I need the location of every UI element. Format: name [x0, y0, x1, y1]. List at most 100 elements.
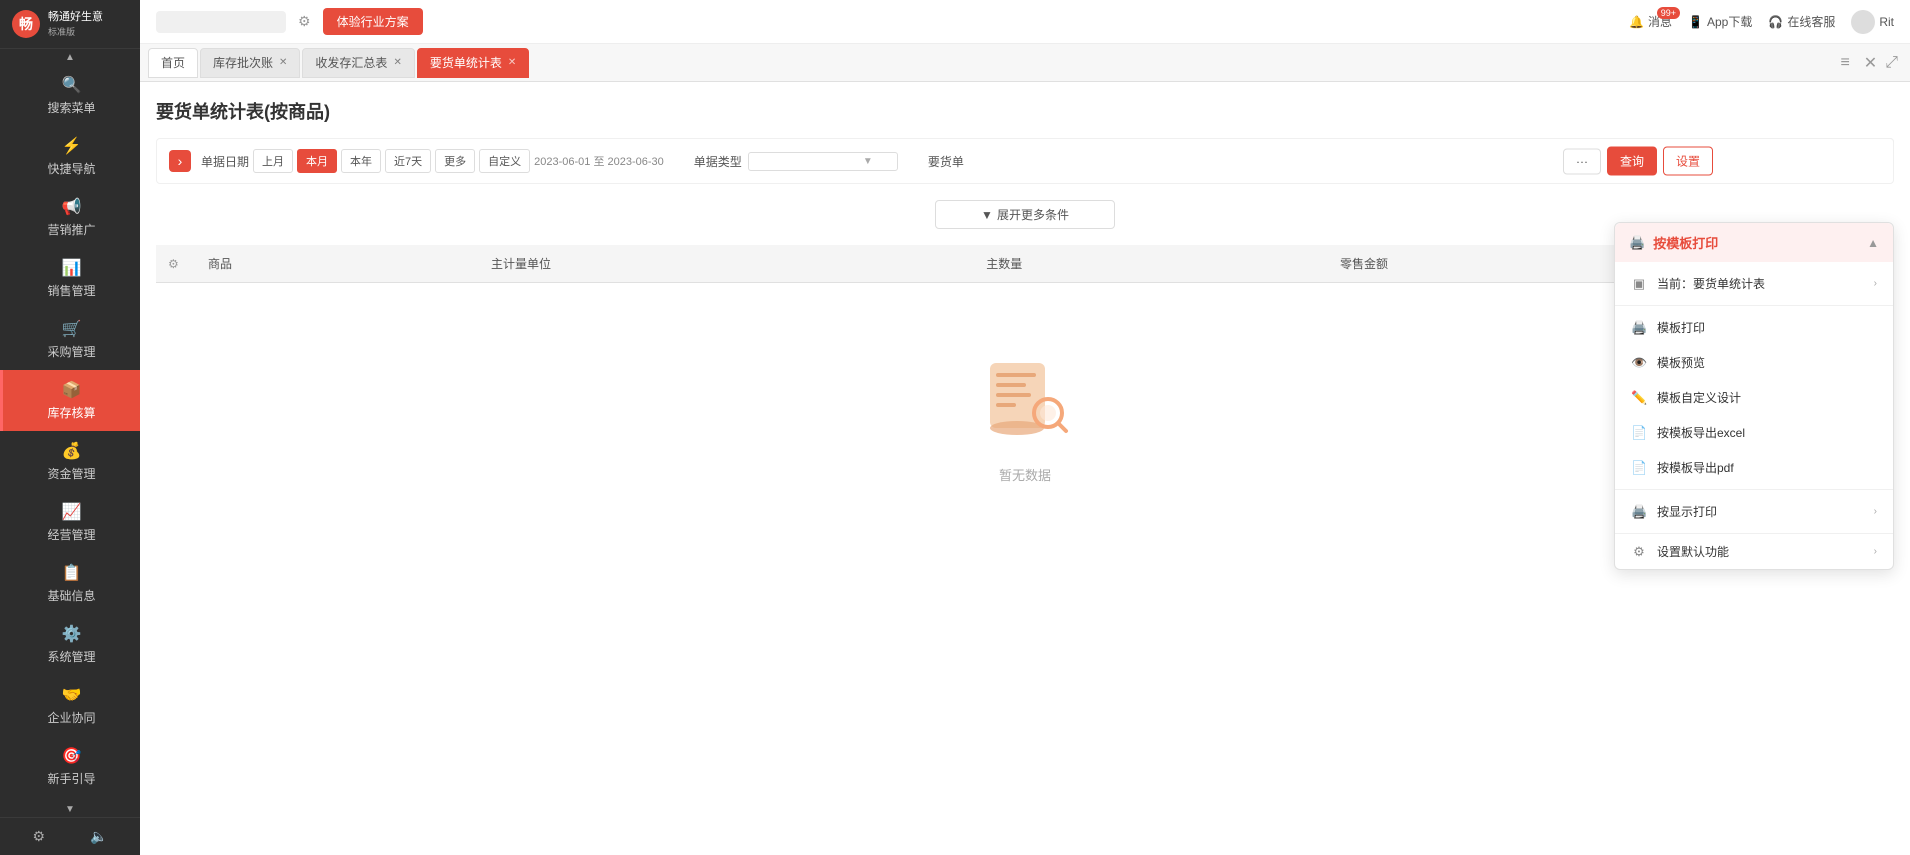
template-design-label: 模板自定义设计 [1657, 389, 1741, 406]
messages-button[interactable]: 🔔 消息 99+ [1629, 13, 1672, 30]
sidebar-item-inventory[interactable]: 📦 库存核算 [0, 370, 140, 431]
query-button[interactable]: 查询 [1607, 147, 1657, 176]
template-excel-left: 📄 按模板导出excel [1631, 424, 1745, 441]
search-input[interactable] [156, 11, 286, 33]
sidebar-item-cooperation[interactable]: 🤝 企业协同 [0, 675, 140, 736]
print-dropdown-panel: 🖨️ 按模板打印 ▲ ▣ 当前：要货单统计表 › 🖨️ [1614, 222, 1894, 570]
dropdown-collapse-icon[interactable]: ▲ [1867, 236, 1879, 250]
scroll-up-arrow[interactable]: ▲ [0, 49, 140, 65]
online-service-label: 在线客服 [1787, 13, 1835, 30]
table-header-product: 商品 [196, 245, 479, 283]
date-range-display: 2023-06-01 至 2023-06-30 [534, 153, 664, 169]
dropdown-set-default[interactable]: ⚙ 设置默认功能 › [1615, 534, 1893, 569]
display-print-left: 🖨️ 按显示打印 [1631, 503, 1717, 520]
template-preview-label: 模板预览 [1657, 354, 1705, 371]
close-window-icon[interactable]: ✕ [1864, 53, 1877, 73]
order-stats-tab-label: 要货单统计表 [430, 54, 502, 71]
user-avatar-area[interactable]: Rit [1851, 10, 1894, 34]
scroll-down-arrow[interactable]: ▼ [0, 801, 140, 817]
this-month-btn[interactable]: 本月 [297, 149, 337, 173]
filter-expand-icon-button[interactable]: › [169, 150, 191, 172]
last-month-btn[interactable]: 上月 [253, 149, 293, 173]
dropdown-header[interactable]: 🖨️ 按模板打印 ▲ [1615, 223, 1893, 262]
cooperation-icon: 🤝 [62, 685, 82, 705]
sidebar-label-finance: 资金管理 [47, 465, 95, 482]
sidebar-item-search[interactable]: 🔍 搜索菜单 [0, 65, 140, 126]
set-default-chevron: › [1874, 546, 1877, 557]
dropdown-template-preview[interactable]: 👁️ 模板预览 [1615, 345, 1893, 380]
expand-down-icon: ▼ [981, 208, 993, 222]
print-dropdown-icon: 🖨️ [1629, 235, 1645, 251]
sidebar-label-quick-nav: 快捷导航 [47, 160, 95, 177]
sidebar-label-marketing: 营销推广 [47, 221, 95, 238]
date-filter-group: 单据日期 上月 本月 本年 近7天 更多 自定义 2023-06-01 至 20… [201, 149, 664, 173]
page-title: 要货单统计表(按商品) [156, 98, 1894, 124]
sidebar-item-guide[interactable]: 🎯 新手引导 [0, 736, 140, 797]
dropdown-display-print[interactable]: 🖨️ 按显示打印 › [1615, 494, 1893, 529]
settings-button[interactable]: 设置 [1663, 147, 1713, 176]
sidebar-item-quick-nav[interactable]: ⚡ 快捷导航 [0, 126, 140, 187]
app-download-button[interactable]: 📱 App下载 [1688, 13, 1752, 30]
more-dates-btn[interactable]: 更多 [435, 149, 475, 173]
app-logo: 畅 畅通好生意 标准版 [0, 0, 140, 49]
sidebar-item-business[interactable]: 📈 经营管理 [0, 492, 140, 553]
tab-inventory-batch[interactable]: 库存批次账 ✕ [200, 48, 300, 78]
quick-nav-icon: ⚡ [62, 136, 82, 156]
sidebar-item-purchase[interactable]: 🛒 采购管理 [0, 309, 140, 370]
query-action-group: ··· 查询 设置 [1563, 147, 1713, 176]
settings-bottom-icon[interactable]: ⚙ [33, 828, 46, 845]
maximize-icon[interactable]: ⤢ [1885, 54, 1898, 72]
dropdown-template-pdf[interactable]: 📄 按模板导出pdf [1615, 450, 1893, 485]
sidebar-label-sales: 销售管理 [47, 282, 95, 299]
sidebar-item-marketing[interactable]: 📢 营销推广 [0, 187, 140, 248]
more-options-button[interactable]: ··· [1563, 148, 1601, 174]
dropdown-template-excel[interactable]: 📄 按模板导出excel [1615, 415, 1893, 450]
online-service-button[interactable]: 🎧 在线客服 [1768, 13, 1835, 30]
tab-expand-button[interactable]: ≡ [1828, 54, 1861, 72]
close-summary-icon[interactable]: ✕ [393, 57, 401, 68]
bell-icon: 🔔 [1629, 15, 1644, 29]
page-content: 要货单统计表(按商品) 🖨️ 按模板打印 ▲ ↗ 导出 ↺ 刷新 › 单据日期 … [140, 82, 1910, 855]
last-7-days-btn[interactable]: 近7天 [385, 149, 431, 173]
dropdown-title: 按模板打印 [1653, 233, 1718, 252]
template-design-left: ✏️ 模板自定义设计 [1631, 389, 1741, 406]
home-tab-label: 首页 [161, 54, 185, 71]
sidebar-item-finance[interactable]: 💰 资金管理 [0, 431, 140, 492]
type-select[interactable]: ▼ [748, 152, 898, 171]
sidebar-bottom: ⚙ 🔈 [0, 817, 140, 855]
dropdown-current-item[interactable]: ▣ 当前：要货单统计表 › [1615, 266, 1893, 301]
sidebar-item-system[interactable]: ⚙️ 系统管理 [0, 614, 140, 675]
set-default-label: 设置默认功能 [1657, 543, 1729, 560]
main-area: ⚙ 体验行业方案 🔔 消息 99+ 📱 App下载 🎧 在线客服 Rit [140, 0, 1910, 855]
audio-icon[interactable]: 🔈 [90, 828, 107, 845]
sidebar-item-sales[interactable]: 📊 销售管理 [0, 248, 140, 309]
tab-home[interactable]: 首页 [148, 48, 198, 78]
close-inventory-batch-icon[interactable]: ✕ [279, 57, 287, 68]
table-config-icon[interactable]: ⚙ [168, 257, 179, 271]
topbar: ⚙ 体验行业方案 🔔 消息 99+ 📱 App下载 🎧 在线客服 Rit [140, 0, 1910, 44]
set-default-left: ⚙ 设置默认功能 [1631, 543, 1729, 560]
tab-order-stats[interactable]: 要货单统计表 ✕ [417, 48, 529, 78]
sidebar-label-purchase: 采购管理 [47, 343, 95, 360]
trial-button[interactable]: 体验行业方案 [323, 8, 423, 35]
type-filter-group: 单据类型 ▼ [694, 152, 898, 171]
close-order-stats-icon[interactable]: ✕ [508, 57, 516, 68]
sidebar-label-guide: 新手引导 [47, 770, 95, 787]
dropdown-template-print[interactable]: 🖨️ 模板打印 [1615, 310, 1893, 345]
display-print-chevron: › [1874, 506, 1877, 517]
expand-more-button[interactable]: ▼ 展开更多条件 [935, 200, 1115, 229]
system-icon: ⚙️ [62, 624, 82, 644]
sidebar-label-search: 搜索菜单 [47, 99, 95, 116]
sidebar-label-inventory: 库存核算 [47, 404, 95, 421]
dropdown-actions-section: 🖨️ 模板打印 👁️ 模板预览 ✏️ 模板自定义设计 [1615, 306, 1893, 490]
tab-summary[interactable]: 收发存汇总表 ✕ [302, 48, 414, 78]
template-print-icon: 🖨️ [1631, 320, 1647, 336]
dropdown-template-design[interactable]: ✏️ 模板自定义设计 [1615, 380, 1893, 415]
sidebar-item-basic[interactable]: 📋 基础信息 [0, 553, 140, 614]
marketing-icon: 📢 [62, 197, 82, 217]
logo-icon: 畅 [12, 10, 40, 38]
this-year-btn[interactable]: 本年 [341, 149, 381, 173]
inventory-batch-tab-label: 库存批次账 [213, 54, 273, 71]
custom-date-btn[interactable]: 自定义 [479, 149, 530, 173]
topbar-gear-icon[interactable]: ⚙ [298, 13, 311, 30]
